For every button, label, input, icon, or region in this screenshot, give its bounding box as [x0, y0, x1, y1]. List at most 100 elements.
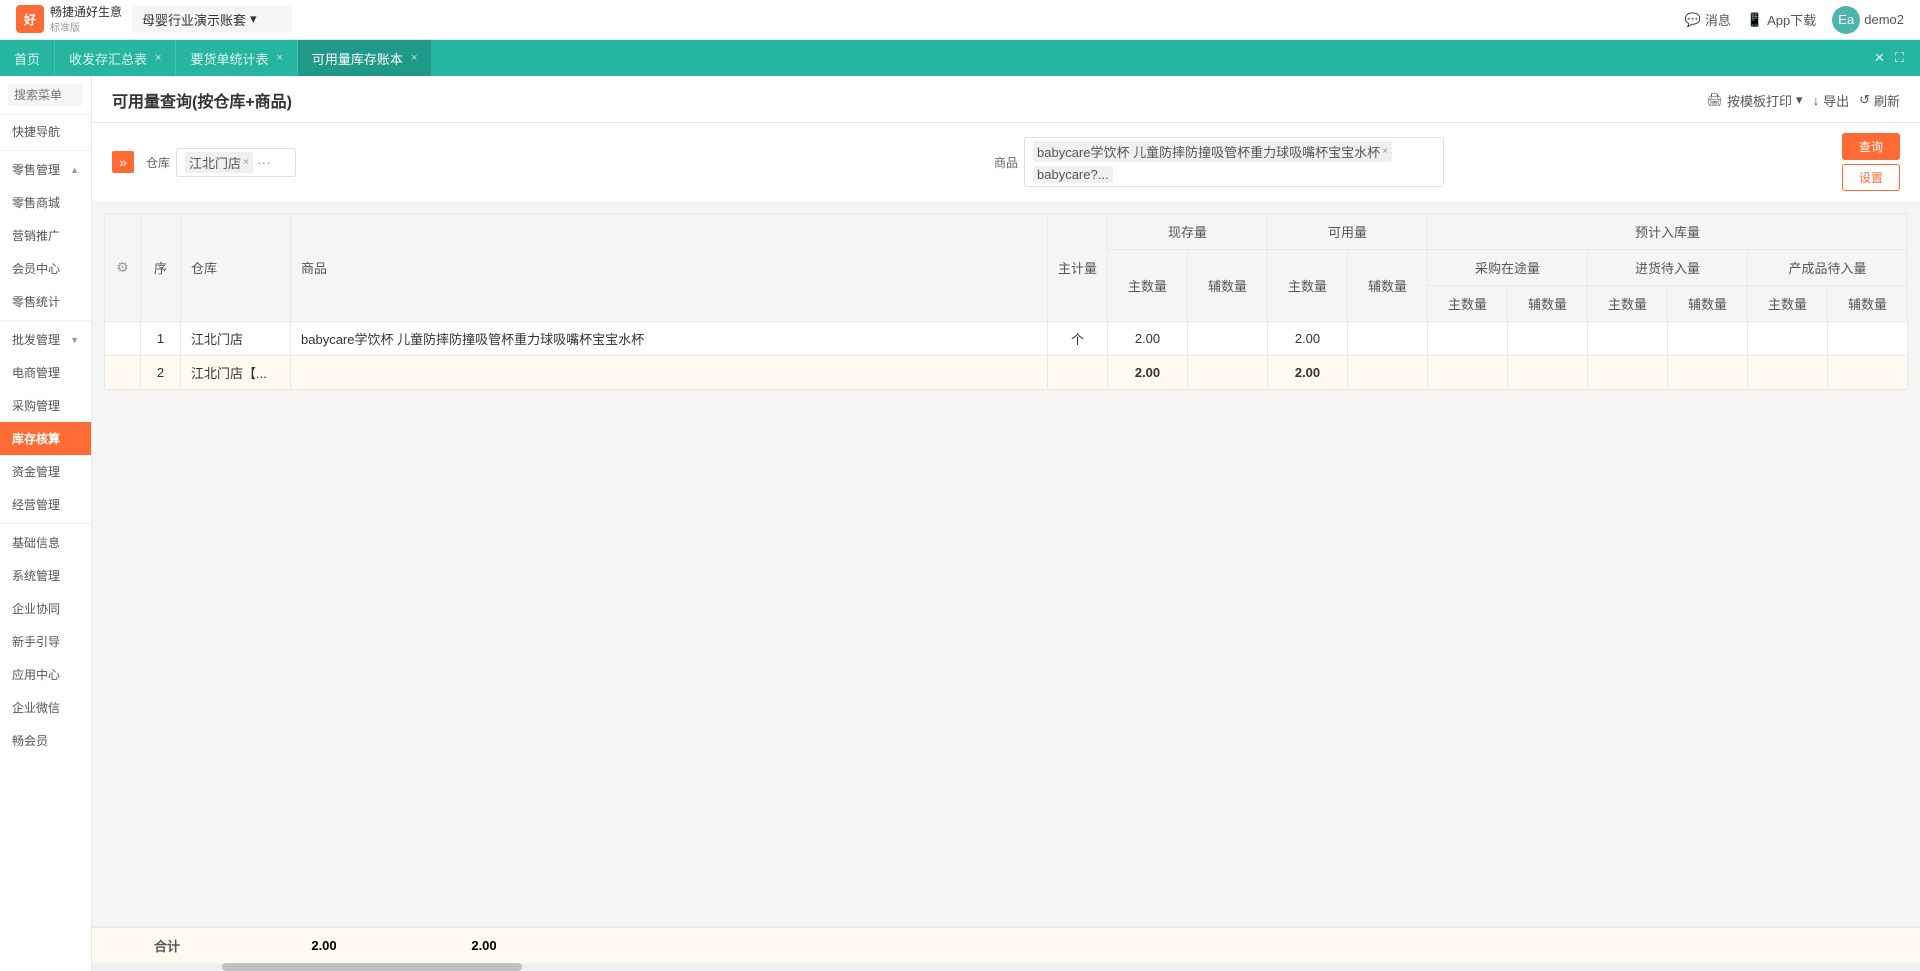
cell-purchase-main-2 — [1428, 356, 1508, 390]
table-row: 2 江北门店【... 2.00 2.00 — [105, 356, 1908, 390]
tab-home-label: 首页 — [14, 49, 40, 68]
th-purchase-aux: 辅数量 — [1508, 286, 1588, 322]
window-maximize-icon[interactable]: ⛶ — [1895, 50, 1904, 66]
window-close-icon[interactable]: ✕ — [1874, 50, 1885, 66]
th-inbound-aux: 辅数量 — [1668, 286, 1748, 322]
cell-product: babycare学饮杯 儿童防摔防撞吸管杯重力球吸嘴杯宝宝水杯 — [291, 322, 1048, 356]
footer-label: 合计 — [104, 936, 224, 955]
warehouse-filter-group: 仓库 江北门店 × ··· — [146, 148, 982, 177]
export-label: 导出 — [1823, 91, 1849, 110]
industry-label: 母婴行业演示账套 — [142, 10, 246, 29]
logo-text-block: 畅捷通好生意 标准版 — [50, 5, 122, 34]
query-button[interactable]: 查询 — [1842, 133, 1900, 160]
sidebar-item-retail-mgmt[interactable]: 零售管理 — [0, 153, 91, 186]
warehouse-filter-dots[interactable]: ··· — [257, 154, 271, 170]
sidebar-item-ecommerce[interactable]: 电商管理 — [0, 356, 91, 389]
user-menu[interactable]: Ea demo2 — [1832, 6, 1904, 34]
sidebar-item-basic-info[interactable]: 基础信息 — [0, 526, 91, 559]
content-area: 可用量查询(按仓库+商品) 🖨 按模板打印 ▾ ↓ 导出 ↺ 刷新 — [92, 76, 1920, 971]
product-tag-2-text: babycare?... — [1037, 167, 1109, 182]
user-label: demo2 — [1864, 12, 1904, 27]
warehouse-filter-input[interactable]: 江北门店 × ··· — [176, 148, 296, 177]
sidebar-item-member2[interactable]: 畅会员 — [0, 724, 91, 757]
sidebar-item-newbie[interactable]: 新手引导 — [0, 625, 91, 658]
cell-settings-2 — [105, 356, 141, 390]
product-tag-1-close[interactable]: × — [1382, 146, 1388, 157]
cell-available-aux-2 — [1348, 356, 1428, 390]
filter-bar: » 仓库 江北门店 × ··· 商品 babycare学饮杯 儿童防摔防撞吸管杯… — [92, 123, 1920, 201]
chevron-down-icon: ▾ — [250, 11, 257, 27]
cell-warehouse: 江北门店 — [181, 322, 291, 356]
tab-available-stock[interactable]: 可用量库存账本 × — [298, 40, 432, 76]
logo-area: 好 畅捷通好生意 标准版 — [16, 5, 122, 34]
tab-order-stat[interactable]: 要货单统计表 × — [176, 40, 297, 76]
sidebar-item-operation[interactable]: 经营管理 — [0, 488, 91, 521]
th-warehouse: 仓库 — [181, 214, 291, 322]
tab-order-stat-close[interactable]: × — [276, 52, 282, 64]
sidebar-item-retail-mall[interactable]: 零售商城 — [0, 186, 91, 219]
product-filter-input[interactable]: babycare学饮杯 儿童防摔防撞吸管杯重力球吸嘴杯宝宝水杯 × babyca… — [1024, 137, 1444, 187]
tab-collect[interactable]: 收发存汇总表 × — [55, 40, 176, 76]
sidebar-item-quick-nav[interactable]: 快捷导航 — [0, 115, 91, 148]
th-main-unit: 主计量 — [1047, 214, 1107, 322]
sidebar-item-marketing[interactable]: 营销推广 — [0, 219, 91, 252]
refresh-btn[interactable]: ↺ 刷新 — [1859, 91, 1900, 110]
product-tag-1-text: babycare学饮杯 儿童防摔防撞吸管杯重力球吸嘴杯宝宝水杯 — [1037, 142, 1380, 161]
tab-available-stock-close[interactable]: × — [411, 52, 417, 64]
cell-available-main: 2.00 — [1268, 322, 1348, 356]
cell-current-aux-2 — [1188, 356, 1268, 390]
table-scrollbar[interactable] — [92, 963, 1920, 971]
cell-current-main: 2.00 — [1108, 322, 1188, 356]
cell-finished-main-2 — [1748, 356, 1828, 390]
app-download-btn[interactable]: 📱 App下载 — [1747, 10, 1816, 29]
sidebar-search-input[interactable] — [8, 84, 83, 106]
th-current-main: 主数量 — [1108, 250, 1188, 322]
template-print-btn[interactable]: 🖨 按模板打印 ▾ — [1707, 91, 1803, 110]
sidebar-item-enterprise[interactable]: 企业协同 — [0, 592, 91, 625]
cell-current-aux — [1188, 322, 1268, 356]
top-bar-right: 💬 消息 📱 App下载 Ea demo2 — [1685, 6, 1904, 34]
sidebar-item-wechat[interactable]: 企业微信 — [0, 691, 91, 724]
table-scrollbar-thumb[interactable] — [222, 963, 522, 971]
app-label: App下载 — [1767, 10, 1816, 29]
cell-available-aux — [1348, 322, 1428, 356]
page-title-row: 可用量查询(按仓库+商品) 🖨 按模板打印 ▾ ↓ 导出 ↺ 刷新 — [112, 88, 1900, 122]
cell-product-2 — [291, 356, 1048, 390]
sidebar-item-member[interactable]: 会员中心 — [0, 252, 91, 285]
filter-expand-btn[interactable]: » — [112, 151, 134, 173]
warehouse-tag-close[interactable]: × — [243, 157, 249, 168]
product-filter-group: 商品 babycare学饮杯 儿童防摔防撞吸管杯重力球吸嘴杯宝宝水杯 × bab… — [994, 137, 1830, 187]
gear-icon[interactable]: ⚙ — [116, 259, 129, 275]
footer-current-aux — [364, 938, 444, 953]
page-title: 可用量查询(按仓库+商品) — [112, 88, 292, 112]
tab-home[interactable]: 首页 — [0, 40, 55, 76]
industry-selector[interactable]: 母婴行业演示账套 ▾ — [132, 6, 292, 33]
sidebar-item-finance[interactable]: 资金管理 — [0, 455, 91, 488]
page-header: 可用量查询(按仓库+商品) 🖨 按模板打印 ▾ ↓ 导出 ↺ 刷新 — [92, 76, 1920, 123]
footer-available-main: 2.00 — [444, 938, 524, 953]
logo-icon: 好 — [16, 5, 44, 33]
table-wrapper: ⚙ 序 仓库 商品 主计量 现存量 可用量 预计入库量 主数量 辅数量 主数量 — [92, 201, 1920, 926]
settings-button[interactable]: 设置 — [1842, 164, 1900, 191]
top-bar-left: 好 畅捷通好生意 标准版 母婴行业演示账套 ▾ — [16, 5, 292, 34]
sidebar-item-system[interactable]: 系统管理 — [0, 559, 91, 592]
table-row: 1 江北门店 babycare学饮杯 儿童防摔防撞吸管杯重力球吸嘴杯宝宝水杯 个… — [105, 322, 1908, 356]
print-icon: 🖨 — [1707, 92, 1724, 108]
cell-purchase-main — [1428, 322, 1508, 356]
warehouse-tag-text: 江北门店 — [189, 153, 241, 172]
export-btn[interactable]: ↓ 导出 — [1813, 91, 1850, 110]
logo-sub: 标准版 — [50, 19, 122, 34]
warehouse-filter-label: 仓库 — [146, 154, 170, 171]
tab-collect-close[interactable]: × — [155, 52, 161, 64]
sidebar-item-inventory[interactable]: 库存核算 — [0, 422, 91, 455]
cell-finished-main — [1748, 322, 1828, 356]
th-finished-main: 主数量 — [1748, 286, 1828, 322]
sidebar-item-app-center[interactable]: 应用中心 — [0, 658, 91, 691]
sidebar-item-wholesale-mgmt[interactable]: 批发管理 — [0, 323, 91, 356]
refresh-label: 刷新 — [1874, 91, 1900, 110]
message-icon: 💬 — [1685, 12, 1701, 28]
sidebar-item-retail-stat[interactable]: 零售统计 — [0, 285, 91, 318]
cell-warehouse-2: 江北门店【... — [181, 356, 291, 390]
message-btn[interactable]: 💬 消息 — [1685, 10, 1731, 29]
sidebar-item-purchase[interactable]: 采购管理 — [0, 389, 91, 422]
